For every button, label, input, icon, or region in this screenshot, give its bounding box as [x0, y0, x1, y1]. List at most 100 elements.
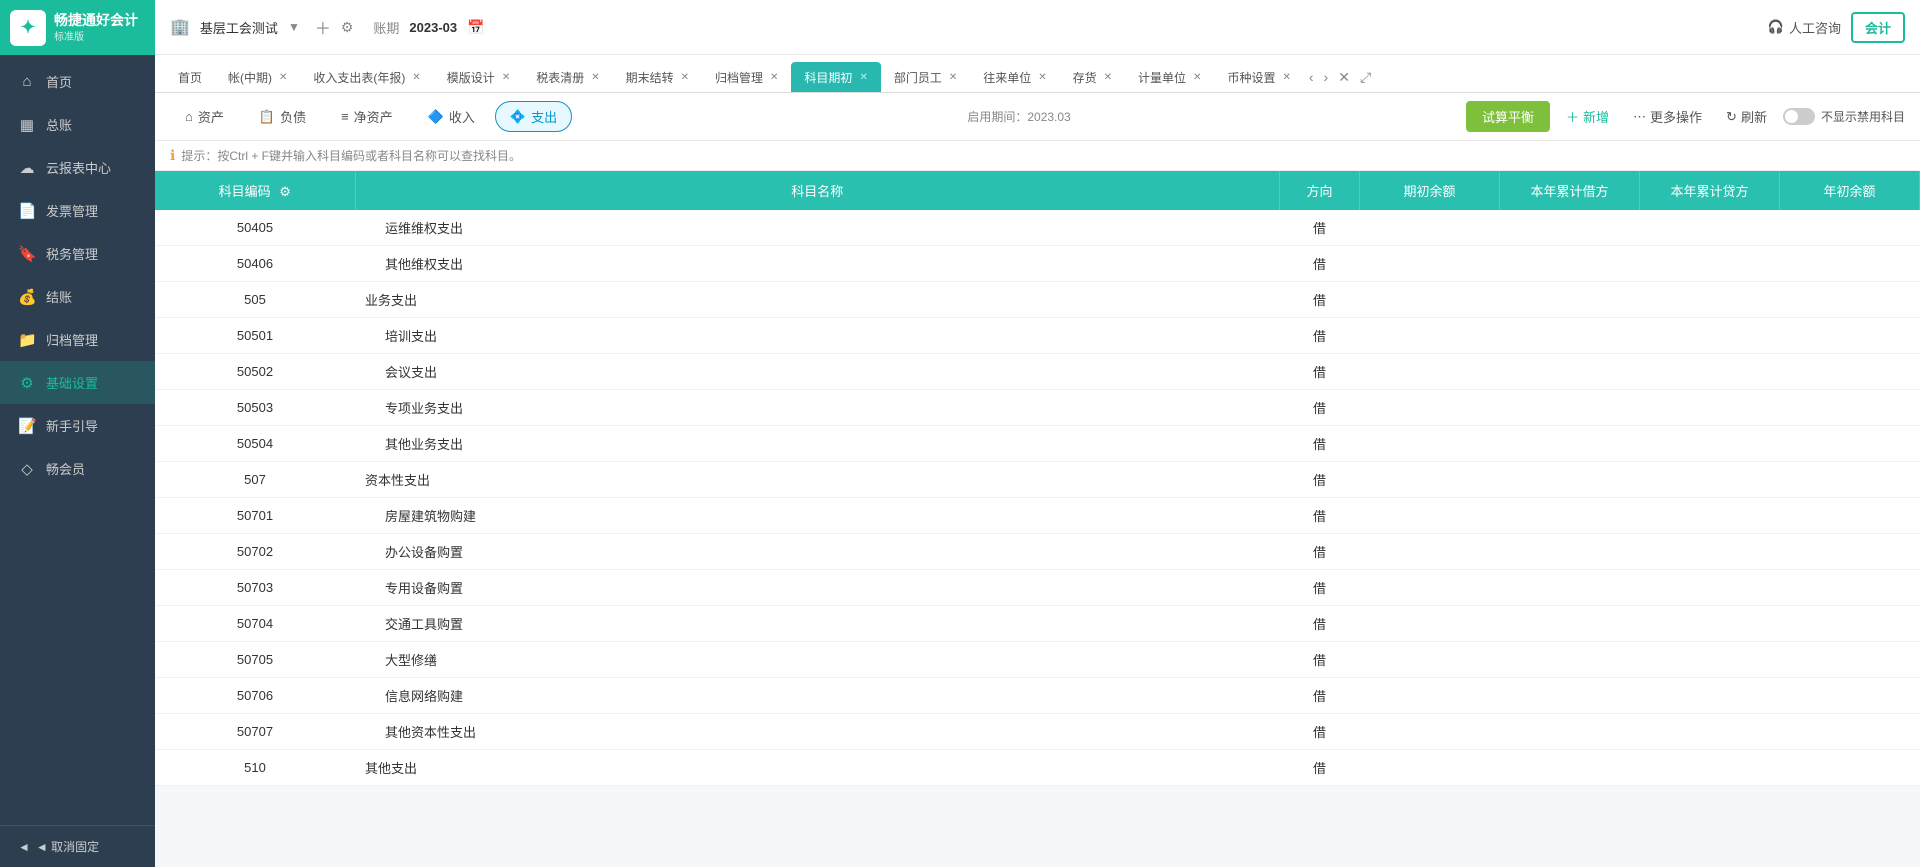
- cell-code: 50504: [155, 426, 355, 462]
- subtab-liability[interactable]: 📋 负债: [244, 101, 321, 132]
- subtab-asset[interactable]: ⌂ 资产: [170, 101, 239, 132]
- cell-dir: 借: [1280, 318, 1360, 354]
- tab-close-icon[interactable]: ✕: [1104, 72, 1112, 83]
- tab-close-icon[interactable]: ✕: [279, 72, 287, 83]
- liability-icon: 📋: [259, 109, 275, 125]
- tip-text: 提示：按Ctrl + F键并输入科目编码或者科目名称可以查找科目。: [181, 147, 521, 164]
- support-button[interactable]: 🎧 人工咨询: [1768, 18, 1841, 37]
- subtab-label: 资产: [198, 107, 224, 126]
- cell-ytd-credit: [1640, 354, 1780, 390]
- table-row[interactable]: 50701 房屋建筑物购建 借: [155, 498, 1920, 534]
- table-row[interactable]: 50703 专用设备购置 借: [155, 570, 1920, 606]
- table-row[interactable]: 507 资本性支出 借: [155, 462, 1920, 498]
- tab-prev-btn[interactable]: ‹: [1304, 62, 1319, 92]
- tab-mid[interactable]: 帐(中期) ✕: [215, 62, 300, 92]
- tab-close-icon[interactable]: ✕: [591, 72, 599, 83]
- sidebar-item-cloud[interactable]: ☁ 云报表中心: [0, 146, 155, 189]
- table-row[interactable]: 50704 交通工具购置 借: [155, 606, 1920, 642]
- toggle-text: 不显示禁用科目: [1821, 108, 1905, 125]
- cell-ytd-debit: [1500, 714, 1640, 750]
- sidebar-item-archive[interactable]: 📁 归档管理: [0, 318, 155, 361]
- table-row[interactable]: 50504 其他业务支出 借: [155, 426, 1920, 462]
- tab-taxform[interactable]: 税表清册 ✕: [523, 62, 612, 92]
- settings-icon[interactable]: ⚙: [341, 19, 354, 36]
- refresh-button[interactable]: ↻ 刷新: [1718, 102, 1775, 131]
- sidebar-item-member[interactable]: ◇ 畅会员: [0, 447, 155, 490]
- cell-opening: [1360, 282, 1500, 318]
- sidebar-item-tax[interactable]: 🔖 税务管理: [0, 232, 155, 275]
- cell-ytd-debit: [1500, 462, 1640, 498]
- table-wrap[interactable]: 科目编码 ⚙ 科目名称 方向 期初余额 本年累计借方: [155, 171, 1920, 867]
- tab-home[interactable]: 首页: [165, 62, 215, 92]
- cell-dir: 借: [1280, 714, 1360, 750]
- calendar-icon[interactable]: 📅: [467, 19, 484, 36]
- table-row[interactable]: 50702 办公设备购置 借: [155, 534, 1920, 570]
- tab-close-icon[interactable]: ✕: [770, 72, 778, 83]
- calc-balance-button[interactable]: 试算平衡: [1466, 101, 1550, 132]
- th-opening-label: 期初余额: [1403, 184, 1455, 199]
- table-row[interactable]: 50503 专项业务支出 借: [155, 390, 1920, 426]
- table-row[interactable]: 50501 培训支出 借: [155, 318, 1920, 354]
- tab-close-icon[interactable]: ✕: [1193, 72, 1201, 83]
- tab-close-all-btn[interactable]: ✕: [1333, 62, 1355, 92]
- table-row[interactable]: 50706 信息网络购建 借: [155, 678, 1920, 714]
- sidebar-item-ledger[interactable]: ▦ 总账: [0, 103, 155, 146]
- cell-year-opening: [1780, 210, 1920, 246]
- table-row[interactable]: 50705 大型修缮 借: [155, 642, 1920, 678]
- accounting-button[interactable]: 会计: [1851, 12, 1905, 43]
- tab-inventory[interactable]: 存货 ✕: [1060, 62, 1125, 92]
- more-button[interactable]: ⋯ 更多操作: [1625, 102, 1710, 131]
- sidebar-collapse[interactable]: ◄ ◄ 取消固定: [0, 825, 155, 867]
- cell-ytd-debit: [1500, 390, 1640, 426]
- cell-code: 50703: [155, 570, 355, 606]
- sidebar-item-guide[interactable]: 📝 新手引导: [0, 404, 155, 447]
- topbar-right: 🎧 人工咨询 会计: [1768, 12, 1905, 43]
- th-year-opening: 年初余额: [1780, 171, 1920, 210]
- table-row[interactable]: 50406 其他维权支出 借: [155, 246, 1920, 282]
- sidebar-item-settings[interactable]: ⚙ 基础设置: [0, 361, 155, 404]
- table-row[interactable]: 50502 会议支出 借: [155, 354, 1920, 390]
- tab-label: 科目期初: [804, 69, 852, 86]
- cell-name: 其他维权支出: [355, 246, 1280, 282]
- tab-close-icon[interactable]: ✕: [859, 72, 867, 83]
- sidebar-item-close[interactable]: 💰 结账: [0, 275, 155, 318]
- subtab-equity[interactable]: ≡ 净资产: [326, 101, 408, 132]
- tab-unit[interactable]: 计量单位 ✕: [1125, 62, 1214, 92]
- tab-template[interactable]: 模版设计 ✕: [434, 62, 523, 92]
- cell-opening: [1360, 318, 1500, 354]
- th-dir: 方向: [1280, 171, 1360, 210]
- tab-close-icon[interactable]: ✕: [1038, 72, 1046, 83]
- cell-name: 专项业务支出: [355, 390, 1280, 426]
- sidebar-item-invoice[interactable]: 📄 发票管理: [0, 189, 155, 232]
- tab-close-icon[interactable]: ✕: [681, 72, 689, 83]
- col-settings-icon[interactable]: ⚙: [279, 184, 291, 199]
- table-row[interactable]: 505 业务支出 借: [155, 282, 1920, 318]
- company-dropdown-icon[interactable]: ▼: [288, 20, 300, 34]
- tab-dept[interactable]: 部门员工 ✕: [881, 62, 970, 92]
- tab-close-icon[interactable]: ✕: [412, 72, 420, 83]
- tab-close-icon[interactable]: ✕: [1282, 72, 1290, 83]
- tab-expand-btn[interactable]: ⤢: [1355, 62, 1376, 92]
- tab-yearend[interactable]: 期末结转 ✕: [613, 62, 702, 92]
- sidebar-item-home[interactable]: ⌂ 首页: [0, 60, 155, 103]
- support-label: 人工咨询: [1789, 18, 1841, 37]
- subtab-income[interactable]: 🔷 收入: [413, 101, 490, 132]
- tab-subject-init[interactable]: 科目期初 ✕: [791, 62, 880, 92]
- tab-label: 部门员工: [894, 69, 942, 86]
- add-company-icon[interactable]: ＋: [315, 15, 331, 39]
- tab-currency[interactable]: 币种设置 ✕: [1214, 62, 1303, 92]
- tab-income[interactable]: 收入支出表(年报) ✕: [300, 62, 433, 92]
- table-row[interactable]: 50707 其他资本性支出 借: [155, 714, 1920, 750]
- sidebar-item-label: 发票管理: [46, 201, 98, 220]
- subtab-expense[interactable]: 💠 支出: [495, 101, 572, 132]
- add-button[interactable]: ＋ 新增: [1558, 102, 1617, 131]
- tab-close-icon[interactable]: ✕: [502, 72, 510, 83]
- tab-next-btn[interactable]: ›: [1319, 62, 1334, 92]
- table-row[interactable]: 50405 运维维权支出 借: [155, 210, 1920, 246]
- table-row[interactable]: 510 其他支出 借: [155, 750, 1920, 786]
- toggle-switch[interactable]: [1783, 108, 1815, 125]
- tab-counterpart[interactable]: 往来单位 ✕: [970, 62, 1059, 92]
- cell-code: 507: [155, 462, 355, 498]
- tab-close-icon[interactable]: ✕: [949, 72, 957, 83]
- tab-filing[interactable]: 归档管理 ✕: [702, 62, 791, 92]
